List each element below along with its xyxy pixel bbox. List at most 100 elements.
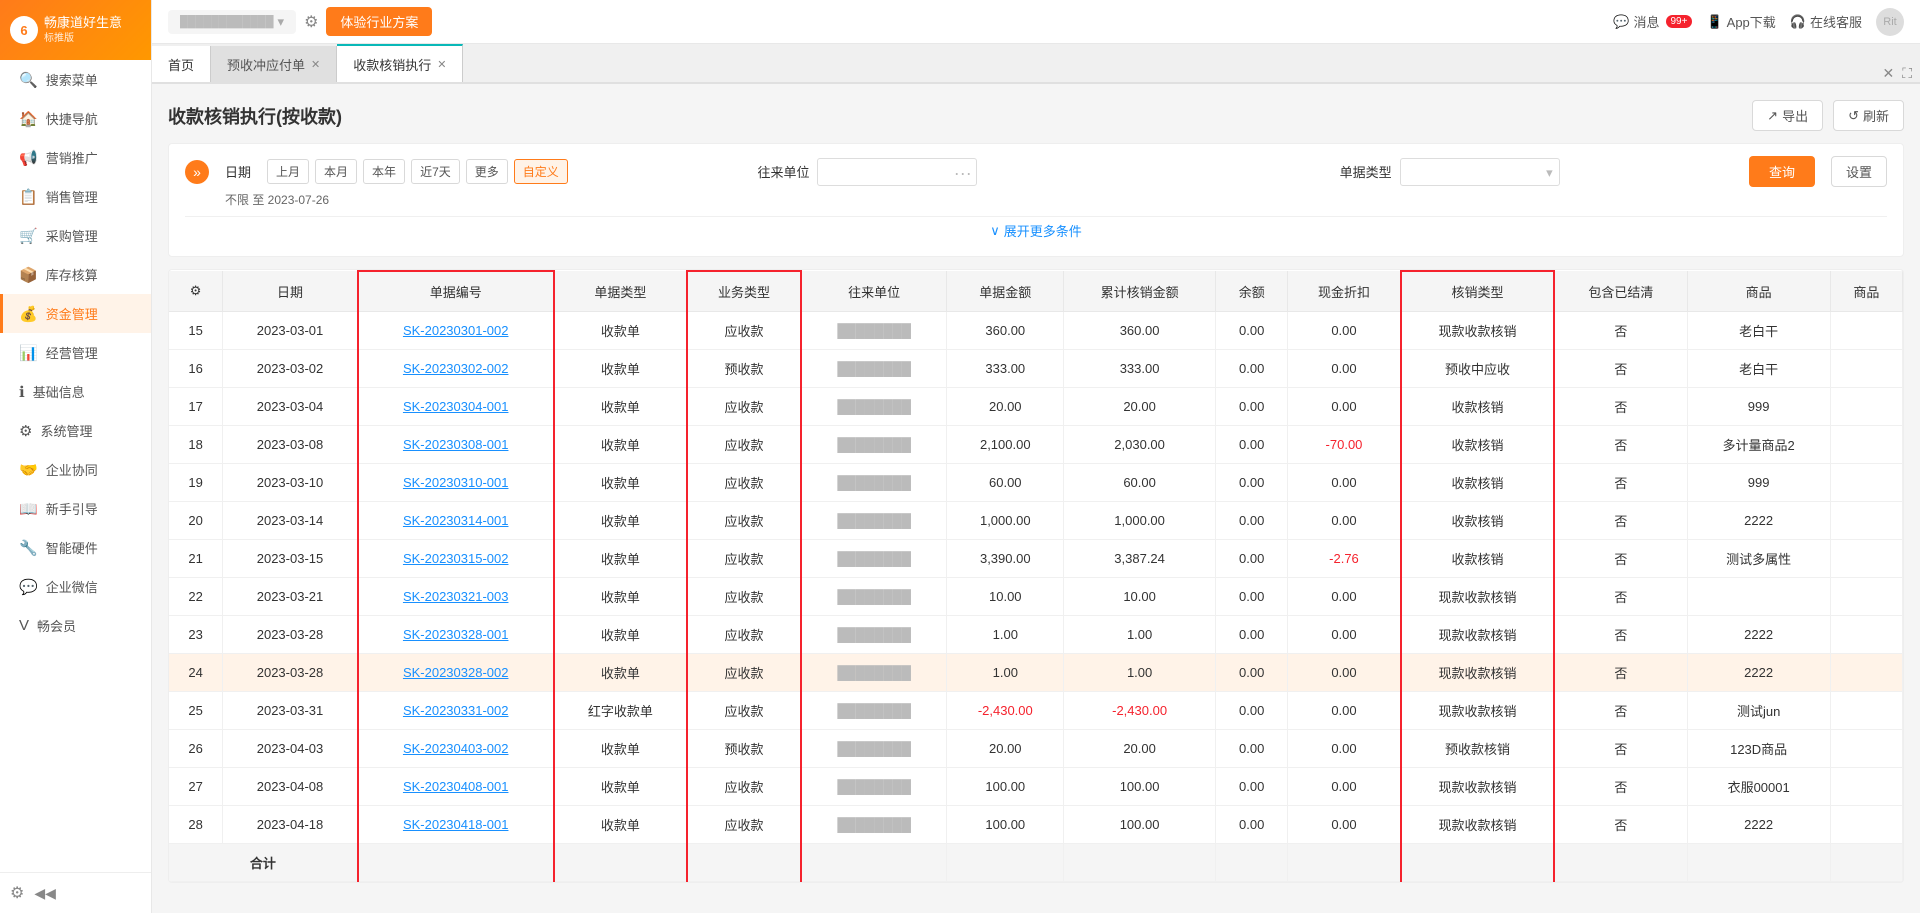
table-row: 23 2023-03-28 SK-20230328-001 收款单 应收款 ██… (169, 616, 1903, 654)
expand-more-btn[interactable]: ∨ 展开更多条件 (185, 216, 1887, 244)
cell-cash-discount: 0.00 (1288, 806, 1401, 844)
sidebar-item-搜索菜单[interactable]: 🔍搜索菜单 (0, 60, 151, 99)
tab-collection-close[interactable]: ✕ (437, 58, 446, 71)
collapse-sidebar-icon[interactable]: ◀◀ (34, 885, 56, 902)
tab-expand-icon[interactable]: ⛶ (1902, 65, 1912, 82)
date-btn-this-month[interactable]: 本月 (315, 159, 357, 184)
settings-icon[interactable]: ⚙ (10, 883, 24, 903)
cell-no: 24 (169, 654, 223, 692)
data-table-wrap: ⚙ 日期 单据编号 单据类型 业务类型 往来单位 单据金额 累计核销金额 余额 … (168, 269, 1904, 883)
filter-collapse-btn[interactable]: » (185, 160, 209, 184)
page-content: 收款核销执行(按收款) ↗ 导出 ↺ 刷新 » 日期 上月 本月 (152, 84, 1920, 913)
cell-product: 衣服00001 (1687, 768, 1830, 806)
cell-total-cancel: 3,387.24 (1064, 540, 1216, 578)
date-btn-7days[interactable]: 近7天 (411, 159, 460, 184)
cell-total-cancel: 1.00 (1064, 616, 1216, 654)
topbar: ████████████ ▾ ⚙ 体验行业方案 💬 消息 99+ 📱 App下载… (152, 0, 1920, 44)
sidebar-item-智能硬件[interactable]: 🔧智能硬件 (0, 528, 151, 567)
sidebar-nav: 🔍搜索菜单🏠快捷导航📢营销推广📋销售管理🛒采购管理📦库存核算💰资金管理📊经营管理… (0, 60, 151, 872)
cell-amount: 100.00 (947, 768, 1064, 806)
col-cancel-type: 核销类型 (1401, 271, 1555, 312)
sidebar-item-营销推广[interactable]: 📢营销推广 (0, 138, 151, 177)
cell-single-type: 收款单 (554, 388, 688, 426)
customer-input-area[interactable]: ··· (817, 158, 977, 186)
cell-include-settled: 否 (1554, 350, 1687, 388)
app-download-btn[interactable]: 📱 App下载 (1706, 12, 1775, 31)
cell-single-no: SK-20230302-002 (358, 350, 554, 388)
col-gear[interactable]: ⚙ (169, 271, 223, 312)
sidebar-item-经营管理[interactable]: 📊经营管理 (0, 333, 151, 372)
sidebar-item-采购管理[interactable]: 🛒采购管理 (0, 216, 151, 255)
industry-solution-button[interactable]: 体验行业方案 (326, 7, 432, 36)
sidebar-item-新手引导[interactable]: 📖新手引导 (0, 489, 151, 528)
cell-date: 2023-04-03 (223, 730, 358, 768)
user-avatar[interactable]: Rit (1876, 8, 1904, 36)
cell-total-cancel: 100.00 (1064, 768, 1216, 806)
tab-collection[interactable]: 收款核销执行 ✕ (337, 44, 463, 82)
cell-balance: 0.00 (1216, 464, 1288, 502)
sidebar-item-库存核算[interactable]: 📦库存核算 (0, 255, 151, 294)
cell-customer: ████████ (801, 654, 947, 692)
cell-customer: ████████ (801, 350, 947, 388)
cell-cancel-type: 预收款核销 (1401, 730, 1555, 768)
tab-prepay[interactable]: 预收冲应付单 ✕ (211, 46, 337, 82)
sidebar-item-快捷导航[interactable]: 🏠快捷导航 (0, 99, 151, 138)
cell-cancel-type: 现款收款核销 (1401, 616, 1555, 654)
date-btn-custom[interactable]: 自定义 (514, 159, 568, 184)
sidebar-item-资金管理[interactable]: 💰资金管理 (0, 294, 151, 333)
cell-biz-type: 应收款 (687, 692, 801, 730)
cell-no: 16 (169, 350, 223, 388)
tab-close-all-icon[interactable]: ✕ (1882, 65, 1894, 82)
sidebar-item-基础信息[interactable]: ℹ基础信息 (0, 372, 151, 411)
refresh-button[interactable]: ↺ 刷新 (1833, 100, 1904, 131)
cell-no: 18 (169, 426, 223, 464)
cell-cancel-type: 现款收款核销 (1401, 654, 1555, 692)
settings-gear-icon[interactable]: ⚙ (304, 12, 318, 32)
date-btn-last-month[interactable]: 上月 (267, 159, 309, 184)
query-button[interactable]: 查询 (1749, 156, 1815, 187)
cell-total-cancel: 1,000.00 (1064, 502, 1216, 540)
cell-amount: 10.00 (947, 578, 1064, 616)
cell-product2 (1830, 426, 1902, 464)
voucher-type-select-area[interactable]: ▾ (1400, 158, 1560, 186)
cell-product2 (1830, 768, 1902, 806)
sidebar-item-企业微信[interactable]: 💬企业微信 (0, 567, 151, 606)
cell-biz-type: 应收款 (687, 654, 801, 692)
cell-total-cancel: 333.00 (1064, 350, 1216, 388)
col-include-settled: 包含已结清 (1554, 271, 1687, 312)
tab-prepay-close[interactable]: ✕ (311, 58, 320, 71)
cell-customer: ████████ (801, 692, 947, 730)
date-btn-more[interactable]: 更多 (466, 159, 508, 184)
cell-cash-discount: 0.00 (1288, 312, 1401, 350)
filter-settings-button[interactable]: 设置 (1831, 156, 1887, 187)
mobile-icon: 📱 (1706, 14, 1722, 30)
cell-balance: 0.00 (1216, 730, 1288, 768)
message-btn[interactable]: 💬 消息 99+ (1613, 12, 1692, 31)
sidebar-item-畅会员[interactable]: V畅会员 (0, 606, 151, 645)
cell-no: 19 (169, 464, 223, 502)
cell-include-settled: 否 (1554, 616, 1687, 654)
cell-product2 (1830, 616, 1902, 654)
cell-no: 21 (169, 540, 223, 578)
cell-cash-discount: 0.00 (1288, 730, 1401, 768)
cell-biz-type: 应收款 (687, 426, 801, 464)
topbar-right: 💬 消息 99+ 📱 App下载 🎧 在线客服 Rit (1613, 8, 1904, 36)
cell-single-type: 红字收款单 (554, 692, 688, 730)
sidebar-item-销售管理[interactable]: 📋销售管理 (0, 177, 151, 216)
cell-cash-discount: 0.00 (1288, 692, 1401, 730)
export-button[interactable]: ↗ 导出 (1752, 100, 1823, 131)
cell-product: 老白干 (1687, 312, 1830, 350)
cell-product (1687, 578, 1830, 616)
cell-date: 2023-03-21 (223, 578, 358, 616)
cell-product2 (1830, 654, 1902, 692)
online-service-btn[interactable]: 🎧 在线客服 (1790, 12, 1862, 31)
cell-product: 999 (1687, 388, 1830, 426)
cell-date: 2023-03-28 (223, 616, 358, 654)
date-btn-this-year[interactable]: 本年 (363, 159, 405, 184)
tab-home[interactable]: 首页 (152, 46, 211, 82)
sidebar-item-系统管理[interactable]: ⚙系统管理 (0, 411, 151, 450)
sidebar-item-企业协同[interactable]: 🤝企业协同 (0, 450, 151, 489)
cell-product: 999 (1687, 464, 1830, 502)
date-range-text: 不限 至 2023-07-26 (225, 193, 329, 207)
headset-icon: 🎧 (1790, 14, 1806, 30)
